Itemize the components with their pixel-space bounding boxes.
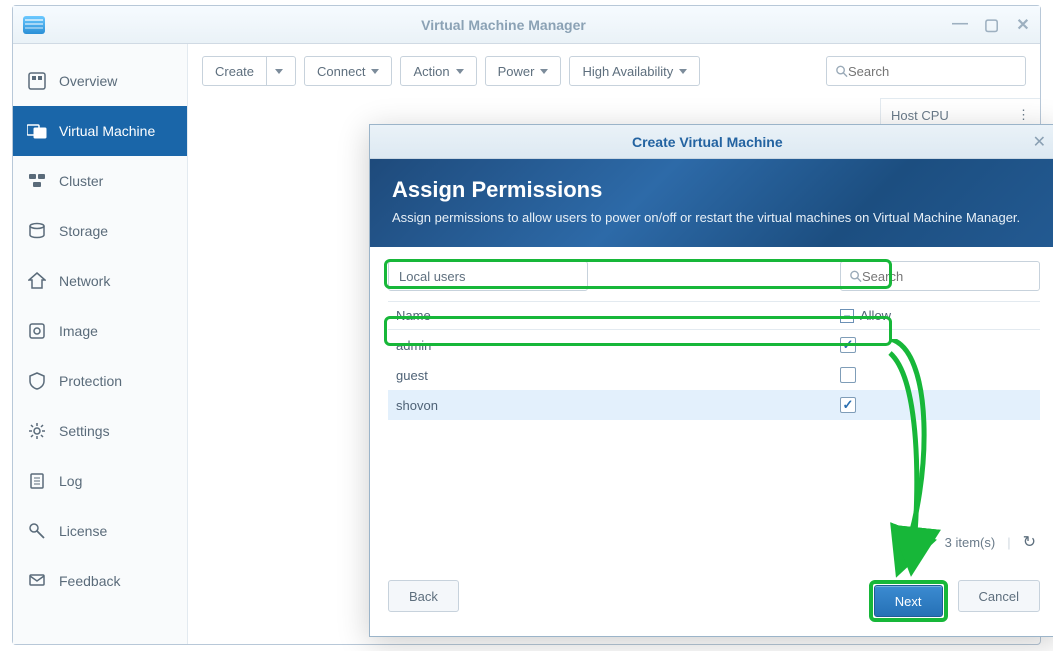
sidebar-label: License bbox=[59, 523, 107, 539]
sidebar: Overview Virtual Machine Cluster Storage… bbox=[13, 44, 188, 644]
table-header: Name − Allow bbox=[388, 302, 1040, 330]
feedback-icon bbox=[27, 571, 47, 591]
permissions-table: Name − Allow admin gu bbox=[388, 301, 1040, 556]
sidebar-item-network[interactable]: Network bbox=[13, 256, 187, 306]
user-name: shovon bbox=[388, 398, 840, 413]
dialog-body: Local users Name bbox=[370, 247, 1053, 570]
sidebar-label: Storage bbox=[59, 223, 108, 239]
create-vm-dialog: Create Virtual Machine ✕ Assign Permissi… bbox=[369, 124, 1053, 637]
dialog-hero-title: Assign Permissions bbox=[392, 177, 1036, 203]
window-controls: — ▢ ✕ bbox=[952, 15, 1030, 35]
dialog-title: Create Virtual Machine bbox=[382, 134, 1033, 150]
sidebar-label: Settings bbox=[59, 423, 110, 439]
network-icon bbox=[27, 271, 47, 291]
table-row[interactable]: shovon bbox=[388, 390, 1040, 420]
tri-state-icon[interactable]: − bbox=[840, 309, 854, 323]
settings-icon bbox=[27, 421, 47, 441]
sidebar-label: Log bbox=[59, 473, 82, 489]
scope-select[interactable]: Local users bbox=[388, 261, 588, 291]
titlebar: Virtual Machine Manager — ▢ ✕ bbox=[13, 6, 1040, 44]
dialog-hero-text: Assign permissions to allow users to pow… bbox=[392, 209, 1036, 227]
refresh-icon[interactable]: ↻ bbox=[1023, 532, 1036, 552]
sidebar-item-log[interactable]: Log bbox=[13, 456, 187, 506]
window-title: Virtual Machine Manager bbox=[55, 17, 952, 33]
table-footer: 3 item(s) | ↻ bbox=[388, 520, 1040, 556]
sidebar-label: Overview bbox=[59, 73, 117, 89]
overview-icon bbox=[27, 71, 47, 91]
sidebar-label: Image bbox=[59, 323, 98, 339]
user-name: guest bbox=[388, 368, 840, 383]
next-button[interactable]: Next bbox=[874, 585, 943, 617]
app-icon bbox=[23, 16, 45, 34]
minimize-icon[interactable]: — bbox=[952, 15, 966, 35]
main-area: Create Connect Action Power High Availab… bbox=[188, 44, 1040, 644]
sidebar-item-license[interactable]: License bbox=[13, 506, 187, 556]
log-icon bbox=[27, 471, 47, 491]
sidebar-item-protection[interactable]: Protection bbox=[13, 356, 187, 406]
sidebar-label: Cluster bbox=[59, 173, 103, 189]
highlight-next: Next bbox=[869, 580, 948, 622]
sidebar-item-virtual-machine[interactable]: Virtual Machine bbox=[13, 106, 187, 156]
table-row[interactable]: admin bbox=[388, 330, 1040, 360]
col-allow-header[interactable]: − Allow bbox=[840, 308, 1040, 323]
sidebar-label: Feedback bbox=[59, 573, 120, 589]
dialog-hero: Assign Permissions Assign permissions to… bbox=[370, 159, 1053, 247]
sidebar-item-storage[interactable]: Storage bbox=[13, 206, 187, 256]
allow-checkbox[interactable] bbox=[840, 397, 856, 413]
close-icon[interactable]: ✕ bbox=[1016, 15, 1030, 35]
back-button[interactable]: Back bbox=[388, 580, 459, 612]
sidebar-label: Virtual Machine bbox=[59, 123, 155, 139]
dialog-close-icon[interactable]: ✕ bbox=[1033, 132, 1046, 152]
app-window: Virtual Machine Manager — ▢ ✕ Overview V… bbox=[12, 5, 1041, 645]
dialog-footer: Back Next Cancel bbox=[370, 570, 1053, 636]
modal-overlay: Create Virtual Machine ✕ Assign Permissi… bbox=[188, 44, 1040, 644]
storage-icon bbox=[27, 221, 47, 241]
sidebar-label: Network bbox=[59, 273, 110, 289]
sidebar-item-settings[interactable]: Settings bbox=[13, 406, 187, 456]
protection-icon bbox=[27, 371, 47, 391]
col-name-header[interactable]: Name bbox=[388, 308, 840, 323]
maximize-icon[interactable]: ▢ bbox=[984, 15, 998, 35]
sidebar-item-feedback[interactable]: Feedback bbox=[13, 556, 187, 606]
dialog-search[interactable] bbox=[840, 261, 1040, 291]
allow-checkbox[interactable] bbox=[840, 367, 856, 383]
cluster-icon bbox=[27, 171, 47, 191]
user-name: admin bbox=[388, 338, 840, 353]
item-count: 3 item(s) bbox=[945, 535, 996, 550]
dialog-search-input[interactable] bbox=[862, 269, 1031, 284]
cancel-button[interactable]: Cancel bbox=[958, 580, 1040, 612]
license-icon bbox=[27, 521, 47, 541]
search-icon bbox=[849, 269, 862, 283]
sidebar-item-overview[interactable]: Overview bbox=[13, 56, 187, 106]
sidebar-label: Protection bbox=[59, 373, 122, 389]
image-icon bbox=[27, 321, 47, 341]
vm-icon bbox=[27, 121, 47, 141]
sidebar-item-image[interactable]: Image bbox=[13, 306, 187, 356]
table-row[interactable]: guest bbox=[388, 360, 1040, 390]
allow-checkbox[interactable] bbox=[840, 337, 856, 353]
dialog-titlebar: Create Virtual Machine ✕ bbox=[370, 125, 1053, 159]
sidebar-item-cluster[interactable]: Cluster bbox=[13, 156, 187, 206]
